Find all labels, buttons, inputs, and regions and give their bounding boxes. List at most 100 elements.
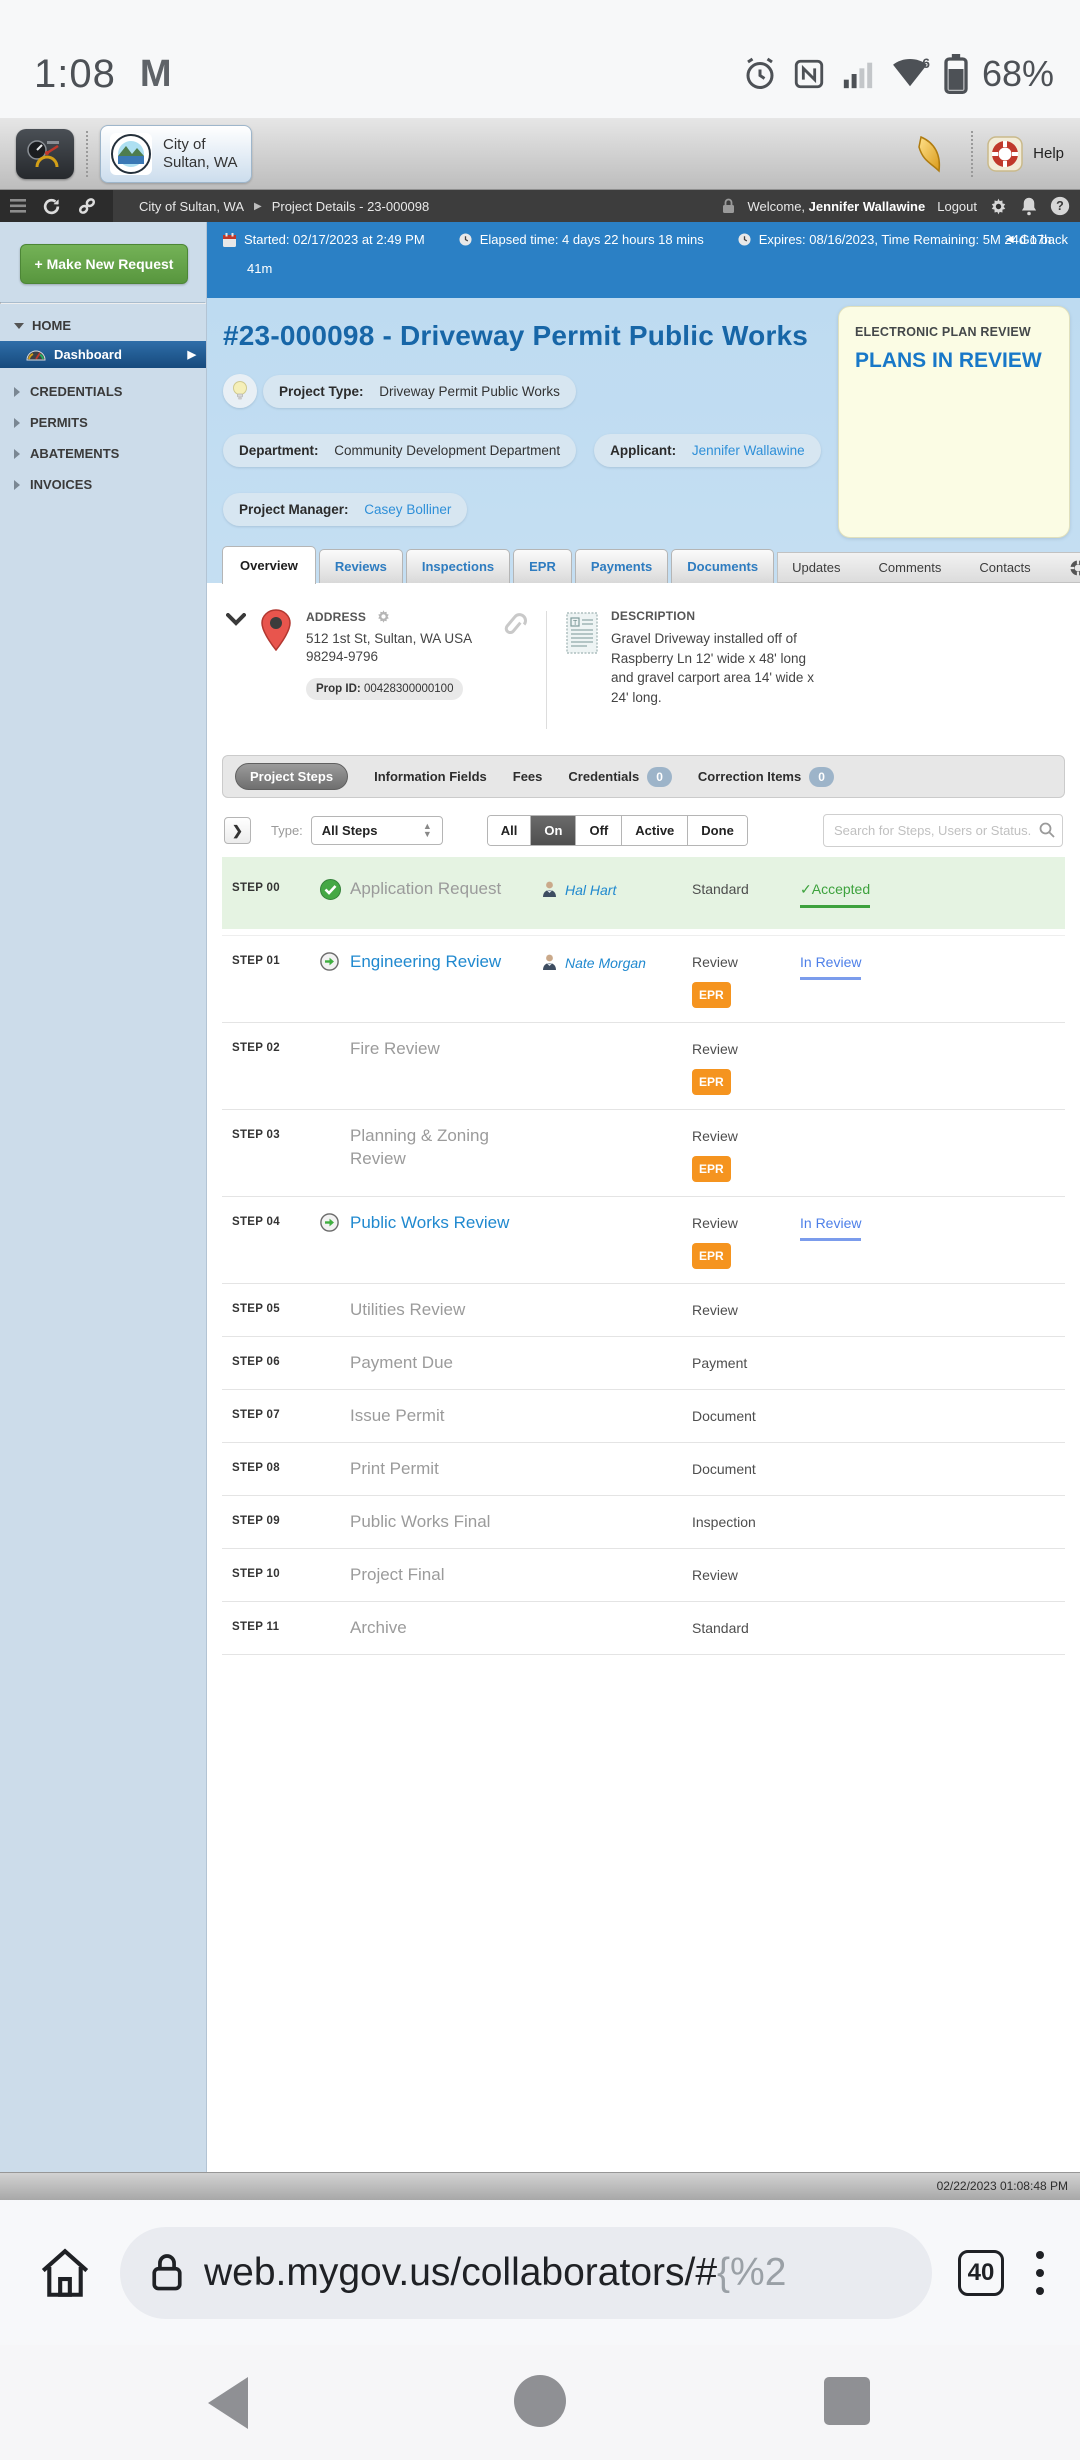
main-tabs: Overview Reviews Inspections EPR Payments Do… bbox=[222, 546, 1080, 584]
applicant-link[interactable]: Jennifer Wallawine bbox=[692, 443, 805, 458]
step-status bbox=[800, 1511, 1065, 1514]
map-pin-icon[interactable] bbox=[260, 609, 292, 729]
help-circle-icon[interactable]: ? bbox=[1050, 196, 1070, 216]
city-site-tab[interactable]: City of Sultan, WA bbox=[100, 124, 253, 183]
settings-gear-icon[interactable] bbox=[989, 197, 1008, 216]
person-icon bbox=[543, 881, 556, 897]
nfc-icon bbox=[792, 57, 826, 91]
step-row[interactable]: STEP 08 Print Permit Document bbox=[222, 1443, 1065, 1496]
browser-home-icon[interactable] bbox=[36, 2244, 94, 2302]
secondary-tab-comments[interactable]: Comments bbox=[879, 560, 942, 575]
chevron-right-icon bbox=[14, 479, 20, 490]
go-back-button[interactable]: ◀ Go back bbox=[1006, 232, 1068, 247]
subtab-fees[interactable]: Fees bbox=[513, 769, 543, 784]
make-new-request-button[interactable]: + Make New Request bbox=[20, 244, 188, 284]
type-label: Type: bbox=[271, 823, 303, 838]
step-status bbox=[800, 1458, 1065, 1461]
tab-documents[interactable]: Documents bbox=[671, 549, 775, 583]
step-row[interactable]: STEP 03 Planning & Zoning Review Review … bbox=[222, 1110, 1065, 1197]
nav-back-button[interactable] bbox=[208, 2377, 248, 2429]
step-row[interactable]: STEP 05 Utilities Review Review bbox=[222, 1284, 1065, 1337]
segment-active[interactable]: Active bbox=[622, 816, 689, 845]
tab-overview[interactable]: Overview bbox=[222, 546, 316, 584]
steps-search-input[interactable] bbox=[823, 814, 1063, 847]
signal-icon bbox=[840, 57, 876, 91]
step-name: Application Request bbox=[350, 879, 502, 898]
tab-inspections[interactable]: Inspections bbox=[405, 549, 511, 583]
paperclip-icon[interactable] bbox=[502, 611, 528, 729]
lifering-small-icon[interactable] bbox=[1069, 559, 1080, 577]
epr-status: PLANS IN REVIEW bbox=[855, 349, 1042, 372]
help-button[interactable]: Help bbox=[985, 134, 1064, 174]
breadcrumb-root[interactable]: City of Sultan, WA bbox=[139, 199, 244, 214]
back-arrow-icon: ◀ bbox=[1005, 234, 1014, 245]
description-doc-icon: T bbox=[565, 611, 599, 729]
expand-steps-button[interactable]: ❯ bbox=[224, 817, 251, 844]
https-lock-icon[interactable] bbox=[150, 2251, 184, 2295]
sidebar-section-home[interactable]: HOME bbox=[0, 304, 206, 333]
city-seal-logo bbox=[109, 132, 153, 176]
chevron-right-icon: ▶ bbox=[187, 349, 196, 361]
assignee-name[interactable]: Hal Hart bbox=[565, 882, 616, 898]
tab-epr[interactable]: EPR bbox=[513, 549, 572, 583]
epr-heading: ELECTRONIC PLAN REVIEW bbox=[855, 325, 1031, 339]
step-row[interactable]: STEP 00 Application Request Hal Hart Sta… bbox=[222, 857, 1065, 929]
sidebar-item-permits[interactable]: PERMITS bbox=[0, 399, 206, 430]
project-manager-link[interactable]: Casey Bolliner bbox=[364, 502, 451, 517]
status-time: 1:08 bbox=[34, 51, 116, 96]
subtab-credentials[interactable]: Credentials 0 bbox=[568, 766, 672, 787]
step-assignee bbox=[542, 1511, 692, 1514]
logout-link[interactable]: Logout bbox=[937, 199, 977, 214]
secondary-tab-updates[interactable]: Updates bbox=[792, 560, 840, 575]
address-bar[interactable]: web.mygov.us/collaborators/#{%2 bbox=[120, 2226, 932, 2319]
refresh-icon[interactable] bbox=[42, 197, 61, 216]
step-row[interactable]: STEP 04 Public Works Review Review EPR I… bbox=[222, 1197, 1065, 1284]
link-icon[interactable] bbox=[77, 196, 97, 216]
sidebar-item-abatements[interactable]: ABATEMENTS bbox=[0, 430, 206, 461]
type-select[interactable]: All Steps ▲ ▼ bbox=[310, 816, 443, 845]
step-name: Public Works Final bbox=[350, 1511, 491, 1531]
step-name[interactable]: Engineering Review bbox=[350, 951, 542, 974]
sidebar-item-invoices[interactable]: INVOICES bbox=[0, 461, 206, 492]
step-number: STEP 07 bbox=[232, 1408, 280, 1421]
step-row[interactable]: STEP 10 Project Final Review bbox=[222, 1549, 1065, 1602]
secondary-tab-contacts[interactable]: Contacts bbox=[979, 560, 1030, 575]
segment-on[interactable]: On bbox=[531, 816, 577, 845]
nav-recents-button[interactable] bbox=[824, 2377, 870, 2425]
page-footer-timestamp: 02/22/2023 01:08:48 PM bbox=[0, 2172, 1080, 2200]
wifi6-icon: 6 bbox=[890, 55, 930, 93]
step-row[interactable]: STEP 01 Engineering Review Nate Morgan R… bbox=[222, 935, 1065, 1023]
mygov-dashboard-icon[interactable] bbox=[16, 128, 74, 179]
subtab-information-fields[interactable]: Information Fields bbox=[374, 769, 487, 784]
sidebar-item-credentials[interactable]: CREDENTIALS bbox=[0, 368, 206, 399]
tab-payments[interactable]: Payments bbox=[574, 549, 669, 583]
address-gear-icon[interactable] bbox=[376, 609, 391, 624]
step-number: STEP 03 bbox=[232, 1129, 280, 1141]
step-name[interactable]: Public Works Review bbox=[350, 1212, 542, 1235]
step-row[interactable]: STEP 07 Issue Permit Document bbox=[222, 1390, 1065, 1443]
collapse-chevron-icon[interactable] bbox=[226, 613, 246, 729]
lock-icon bbox=[722, 198, 735, 214]
detail-subtabs: Project Steps Information Fields Fees Cr… bbox=[222, 755, 1065, 798]
step-type: Review bbox=[692, 1128, 738, 1144]
gold-flag-icon[interactable] bbox=[915, 135, 945, 173]
browser-menu-icon[interactable] bbox=[1030, 2245, 1050, 2301]
menu-icon[interactable] bbox=[10, 199, 26, 213]
segment-all[interactable]: All bbox=[487, 816, 532, 845]
nav-home-button[interactable] bbox=[514, 2375, 566, 2427]
tab-switcher-button[interactable]: 40 bbox=[958, 2249, 1004, 2296]
segment-done[interactable]: Done bbox=[688, 816, 747, 845]
subtab-project-steps[interactable]: Project Steps bbox=[235, 763, 349, 790]
step-assignee bbox=[542, 1125, 692, 1128]
notifications-bell-icon[interactable] bbox=[1020, 196, 1038, 216]
step-number: STEP 05 bbox=[232, 1303, 280, 1315]
step-row[interactable]: STEP 11 Archive Standard bbox=[222, 1602, 1065, 1655]
step-row[interactable]: STEP 09 Public Works Final Inspection bbox=[222, 1496, 1065, 1549]
tab-reviews[interactable]: Reviews bbox=[318, 549, 403, 583]
subtab-correction-items[interactable]: Correction Items 0 bbox=[698, 766, 834, 787]
step-row[interactable]: STEP 02 Fire Review Review EPR bbox=[222, 1023, 1065, 1110]
sidebar-item-dashboard[interactable]: Dashboard ▶ bbox=[0, 341, 206, 368]
assignee-name[interactable]: Nate Morgan bbox=[565, 955, 646, 971]
step-row[interactable]: STEP 06 Payment Due Payment bbox=[222, 1337, 1065, 1390]
segment-off[interactable]: Off bbox=[576, 816, 623, 845]
